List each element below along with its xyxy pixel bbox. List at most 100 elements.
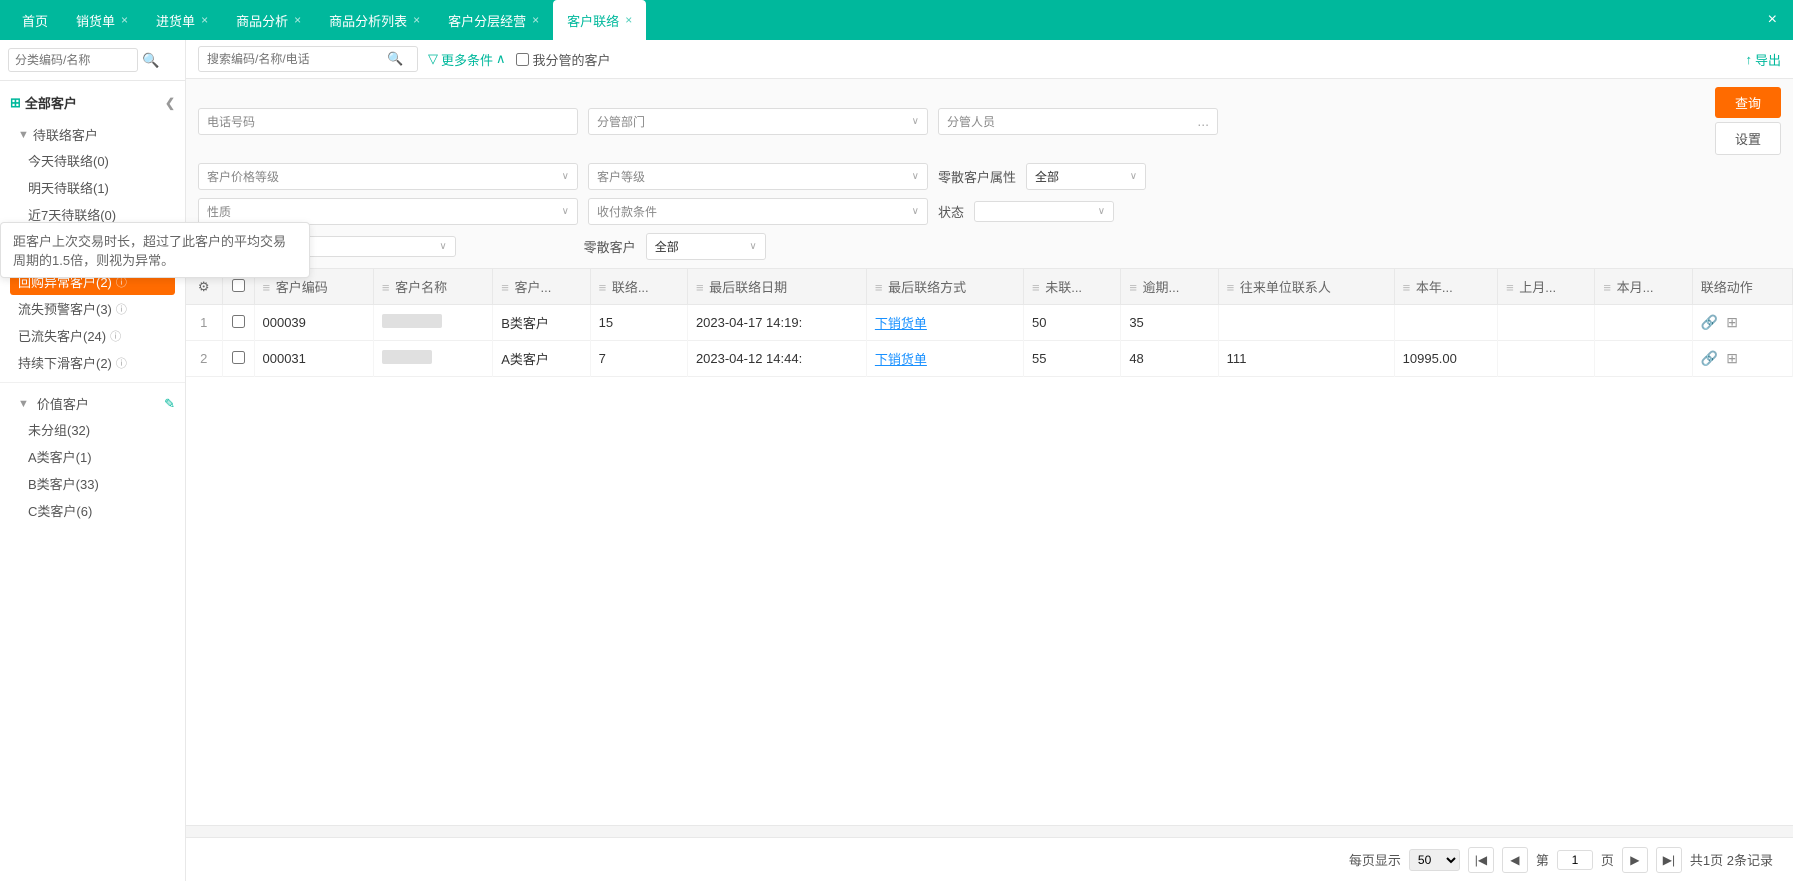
row-1-uncontacted: 50 — [1023, 305, 1120, 341]
customer-grade-filter[interactable]: 客户等级 ∨ — [588, 163, 928, 190]
horizontal-scrollbar[interactable] — [186, 825, 1793, 837]
person-ellipsis[interactable]: ... — [1197, 113, 1209, 129]
row-1-actions: 🔗 ⊞ — [1692, 305, 1792, 341]
payment-filter[interactable]: 收付款条件 ∨ — [588, 198, 928, 225]
sidebar-class-c[interactable]: C类客户(6) — [10, 497, 175, 524]
sidebar-search-input[interactable] — [8, 48, 138, 72]
row-1-name[interactable] — [373, 305, 492, 341]
more-conditions-btn[interactable]: ▽ 更多条件 ∧ — [428, 50, 506, 69]
col-this-year[interactable]: ≡ 本年... — [1394, 269, 1497, 305]
sidebar-continuous-down[interactable]: 持续下滑客户(2) ⓘ — [10, 349, 175, 376]
global-close-button[interactable]: × — [1760, 11, 1785, 29]
sidebar-ungrouped[interactable]: 未分组(32) — [10, 416, 175, 443]
dept-chevron-icon: ∨ — [912, 116, 919, 127]
collapse-icon[interactable]: ❮ — [165, 96, 175, 110]
settings-button[interactable]: 设置 — [1715, 122, 1781, 155]
sidebar-value-customers-group: ▼ 价值客户 ✎ 未分组(32) A类客户(1) B类客户(33) C类客户(6… — [0, 389, 185, 524]
row-2-name[interactable] — [373, 341, 492, 377]
row-1-action-qr-icon[interactable]: ⊞ — [1726, 314, 1738, 331]
prev-page-button[interactable]: ◀ — [1502, 847, 1528, 873]
sidebar-today-contact[interactable]: 今天待联络(0) — [10, 147, 175, 174]
sidebar-tomorrow-contact[interactable]: 明天待联络(1) — [10, 174, 175, 201]
row-1-last-month — [1498, 305, 1595, 341]
nav-close-product-analysis[interactable]: × — [294, 13, 301, 27]
col-customer-name[interactable]: ≡ 客户名称 — [373, 269, 492, 305]
phone-filter[interactable]: 电话号码 — [198, 108, 578, 135]
nav-home[interactable]: 首页 — [8, 0, 62, 40]
value-customer-edit-icon[interactable]: ✎ — [164, 396, 175, 412]
sidebar-all-customers-title[interactable]: ⊞ 全部客户 ❮ — [10, 89, 175, 116]
col-contact-count[interactable]: ≡ 联络... — [590, 269, 687, 305]
gender-filter[interactable]: 性质 ∨ — [198, 198, 578, 225]
select-all-checkbox[interactable] — [232, 279, 245, 292]
row-2-type: A类客户 — [493, 341, 590, 377]
my-customers-checkbox[interactable] — [516, 53, 529, 66]
sidebar-search-icon[interactable]: 🔍 — [142, 52, 159, 69]
row-1-contacts — [1218, 305, 1394, 341]
nav-sales-order[interactable]: 销货单 × — [62, 0, 142, 40]
row-2-action-qr-icon[interactable]: ⊞ — [1726, 350, 1738, 367]
col-customer-type[interactable]: ≡ 客户... — [493, 269, 590, 305]
nav-customer-layered[interactable]: 客户分层经营 × — [434, 0, 553, 40]
row-1-last-method[interactable]: 下销货单 — [866, 305, 1023, 341]
row-1-num: 1 — [186, 305, 222, 341]
col-icon-last-month: ≡ — [1506, 280, 1514, 295]
nav-product-analysis[interactable]: 商品分析 × — [222, 0, 315, 40]
nav-close-purchase[interactable]: × — [201, 13, 208, 27]
filter-row-4: ... 客户类型 ∨ 零散客户 全部 ∨ — [198, 233, 1781, 260]
retail-attr-chevron: ∨ — [1130, 171, 1137, 182]
settings-icon[interactable]: ⚙ — [198, 279, 210, 294]
page-label: 第 — [1536, 850, 1549, 869]
col-uncontacted[interactable]: ≡ 未联... — [1023, 269, 1120, 305]
row-2-action-link-icon[interactable]: 🔗 — [1701, 350, 1718, 367]
col-last-contact-date[interactable]: ≡ 最后联络日期 — [687, 269, 866, 305]
sidebar-lost-predicted[interactable]: 流失预警客户(3) ⓘ — [10, 295, 175, 322]
row-1-select-checkbox[interactable] — [232, 315, 245, 328]
nav-customer-contact[interactable]: 客户联络 × — [553, 0, 646, 40]
next-page-button[interactable]: ▶ — [1622, 847, 1648, 873]
col-this-month[interactable]: ≡ 本月... — [1595, 269, 1692, 305]
row-2-last-month — [1498, 341, 1595, 377]
col-last-contact-method[interactable]: ≡ 最后联络方式 — [866, 269, 1023, 305]
page-number-input[interactable] — [1557, 850, 1593, 870]
export-button[interactable]: ↑ 导出 — [1745, 50, 1781, 69]
sidebar-class-a[interactable]: A类客户(1) — [10, 443, 175, 470]
nav-close-customer-layered[interactable]: × — [532, 13, 539, 27]
sidebar-class-b[interactable]: B类客户(33) — [10, 470, 175, 497]
col-overdue[interactable]: ≡ 逾期... — [1121, 269, 1218, 305]
status-filter[interactable]: 状态 ∨ — [938, 201, 1218, 222]
retail-customer-filter[interactable]: 零散客户 全部 ∨ — [584, 233, 864, 260]
col-icon-overdue: ≡ — [1129, 280, 1137, 295]
row-2-this-year: 10995.00 — [1394, 341, 1497, 377]
row-2-select-checkbox[interactable] — [232, 351, 245, 364]
col-contacts[interactable]: ≡ 往来单位联系人 — [1218, 269, 1394, 305]
nav-purchase-order[interactable]: 进货单 × — [142, 0, 222, 40]
person-filter[interactable]: 分管人员 ... — [938, 108, 1218, 135]
query-button[interactable]: 查询 — [1715, 87, 1781, 118]
sidebar-value-customers-title[interactable]: ▼ 价值客户 ✎ — [10, 389, 175, 416]
main-search-icon: 🔍 — [387, 51, 403, 67]
col-last-month[interactable]: ≡ 上月... — [1498, 269, 1595, 305]
col-icon-contacts: ≡ — [1227, 280, 1235, 295]
row-2-last-method[interactable]: 下销货单 — [866, 341, 1023, 377]
sidebar-already-lost[interactable]: 已流失客户(24) ⓘ — [10, 322, 175, 349]
row-2-overdue: 48 — [1121, 341, 1218, 377]
nav-close-sales-order[interactable]: × — [121, 13, 128, 27]
dept-filter[interactable]: 分管部门 ∨ — [588, 108, 928, 135]
nav-close-customer-contact[interactable]: × — [625, 13, 632, 27]
price-grade-filter[interactable]: 客户价格等级 ∨ — [198, 163, 578, 190]
retail-attr-filter[interactable]: 零散客户属性 全部 ∨ — [938, 163, 1218, 190]
row-2-this-month — [1595, 341, 1692, 377]
first-page-button[interactable]: |◀ — [1468, 847, 1494, 873]
row-1-action-link-icon[interactable]: 🔗 — [1701, 314, 1718, 331]
nav-close-product-list[interactable]: × — [413, 13, 420, 27]
last-page-button[interactable]: ▶| — [1656, 847, 1682, 873]
sidebar-wait-contact-title[interactable]: ▼ 待联络客户 — [10, 120, 175, 147]
content-area: 🔍 ▽ 更多条件 ∧ 我分管的客户 ↑ 导出 电话号码 — [186, 40, 1793, 881]
per-page-select[interactable]: 50 20 100 — [1409, 849, 1460, 871]
row-1-this-year — [1394, 305, 1497, 341]
main-search-input[interactable] — [207, 52, 387, 66]
row-1-type: B类客户 — [493, 305, 590, 341]
nav-product-analysis-list[interactable]: 商品分析列表 × — [315, 0, 434, 40]
value-arrow-icon: ▼ — [18, 398, 29, 410]
